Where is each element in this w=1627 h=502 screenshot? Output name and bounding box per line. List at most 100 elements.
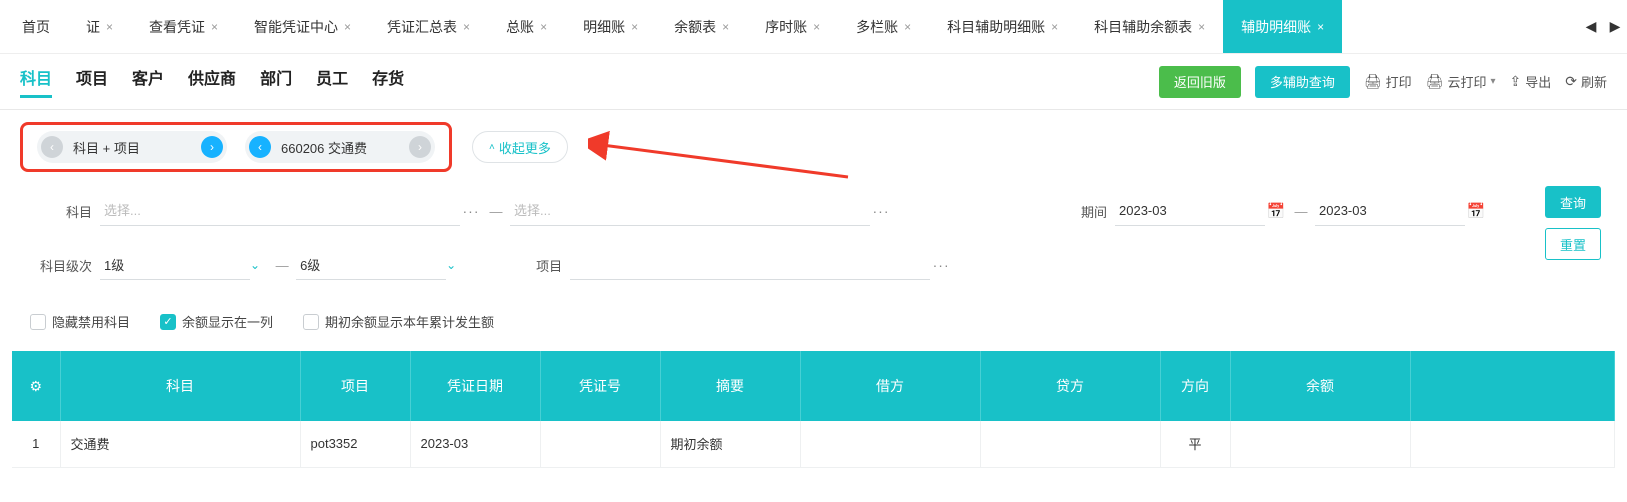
tab-home[interactable]: 首页 bbox=[4, 0, 68, 53]
cell-subject: 交通费 bbox=[60, 421, 300, 467]
tab-label: 凭证汇总表 bbox=[387, 17, 457, 37]
toolbar: 返回旧版 多辅助查询 🖨 打印 🖨 云打印 ▾ ⇪ 导出 ⟳ 刷新 bbox=[1159, 66, 1607, 98]
tab-scroll-right[interactable]: ▶ bbox=[1603, 0, 1627, 53]
opening-cumulative-checkbox[interactable]: 期初余额显示本年累计发生额 bbox=[303, 312, 494, 331]
close-icon[interactable]: × bbox=[211, 20, 218, 34]
period-to-input[interactable] bbox=[1315, 196, 1465, 226]
close-icon[interactable]: × bbox=[904, 20, 911, 34]
table-header-row: ⚙ 科目 项目 凭证日期 凭证号 摘要 借方 贷方 方向 余额 bbox=[12, 351, 1615, 421]
table-row[interactable]: 1 交通费 pot3352 2023-03 期初余额 平 bbox=[12, 421, 1615, 467]
tab-label: 总账 bbox=[506, 17, 534, 37]
col-project[interactable]: 项目 bbox=[300, 351, 410, 421]
checkbox-label: 期初余额显示本年累计发生额 bbox=[325, 312, 494, 331]
tab-multicolumn-ledger[interactable]: 多栏账 × bbox=[838, 0, 929, 53]
subtab-supplier[interactable]: 供应商 bbox=[188, 65, 236, 98]
subtab-project[interactable]: 项目 bbox=[76, 65, 108, 98]
refresh-label: 刷新 bbox=[1581, 72, 1607, 91]
calendar-icon[interactable]: 📅 bbox=[1465, 202, 1487, 220]
tab-scroll-left[interactable]: ◀ bbox=[1579, 0, 1603, 53]
col-direction[interactable]: 方向 bbox=[1160, 351, 1230, 421]
col-voucherno[interactable]: 凭证号 bbox=[540, 351, 660, 421]
subtab-department[interactable]: 部门 bbox=[260, 65, 292, 98]
subtab-subject[interactable]: 科目 bbox=[20, 65, 52, 98]
chevron-right-icon[interactable]: › bbox=[201, 136, 223, 158]
checkbox-icon bbox=[30, 314, 46, 330]
close-icon[interactable]: × bbox=[813, 20, 820, 34]
more-icon[interactable]: ··· bbox=[460, 203, 482, 219]
cell-date: 2023-03 bbox=[410, 421, 540, 467]
close-icon[interactable]: × bbox=[540, 20, 547, 34]
cloud-print-button[interactable]: 🖨 云打印 ▾ bbox=[1426, 72, 1496, 91]
close-icon[interactable]: × bbox=[1051, 20, 1058, 34]
chevron-left-icon[interactable]: ‹ bbox=[41, 136, 63, 158]
level-to-select[interactable] bbox=[296, 250, 446, 280]
tab-smart-voucher-center[interactable]: 智能凭证中心 × bbox=[236, 0, 369, 53]
back-old-button[interactable]: 返回旧版 bbox=[1159, 66, 1241, 98]
col-credit[interactable]: 贷方 bbox=[980, 351, 1160, 421]
cell-index: 1 bbox=[12, 421, 60, 467]
level-label: 科目级次 bbox=[30, 256, 100, 275]
tab-voucher[interactable]: 证 × bbox=[68, 0, 131, 53]
collapse-more-button[interactable]: ˄ 收起更多 bbox=[472, 131, 568, 163]
col-subject[interactable]: 科目 bbox=[60, 351, 300, 421]
tab-balance-sheet[interactable]: 余额表 × bbox=[656, 0, 747, 53]
period-from-input[interactable] bbox=[1115, 196, 1265, 226]
col-date[interactable]: 凭证日期 bbox=[410, 351, 540, 421]
hide-disabled-checkbox[interactable]: 隐藏禁用科目 bbox=[30, 312, 130, 331]
subject-from-input[interactable] bbox=[100, 196, 460, 226]
export-button[interactable]: ⇪ 导出 bbox=[1510, 72, 1552, 91]
tab-subject-assist-balance[interactable]: 科目辅助余额表 × bbox=[1076, 0, 1223, 53]
tab-journal-ledger[interactable]: 序时账 × bbox=[747, 0, 838, 53]
balance-one-col-checkbox[interactable]: ✓ 余额显示在一列 bbox=[160, 312, 273, 331]
chevron-left-icon[interactable]: ‹ bbox=[249, 136, 271, 158]
project-input[interactable] bbox=[570, 250, 930, 280]
tab-voucher-summary[interactable]: 凭证汇总表 × bbox=[369, 0, 488, 53]
more-icon[interactable]: ··· bbox=[930, 257, 952, 273]
col-summary[interactable]: 摘要 bbox=[660, 351, 800, 421]
query-button[interactable]: 查询 bbox=[1545, 186, 1601, 218]
data-table-wrap: ⚙ 科目 项目 凭证日期 凭证号 摘要 借方 贷方 方向 余额 1 交通费 po… bbox=[0, 351, 1627, 468]
tab-view-voucher[interactable]: 查看凭证 × bbox=[131, 0, 236, 53]
subject-code-pill[interactable]: ‹ 660206 交通费 › bbox=[245, 131, 435, 163]
close-icon[interactable]: × bbox=[463, 20, 470, 34]
tab-subject-assist-detail[interactable]: 科目辅助明细账 × bbox=[929, 0, 1076, 53]
close-icon[interactable]: × bbox=[722, 20, 729, 34]
subject-project-pill[interactable]: ‹ 科目 + 项目 › bbox=[37, 131, 227, 163]
more-icon[interactable]: ··· bbox=[870, 203, 892, 219]
calendar-icon[interactable]: 📅 bbox=[1265, 202, 1287, 220]
range-dash: — bbox=[1287, 204, 1315, 219]
close-icon[interactable]: × bbox=[1317, 20, 1324, 34]
print-button[interactable]: 🖨 打印 bbox=[1364, 72, 1412, 91]
tab-detail-ledger[interactable]: 明细账 × bbox=[565, 0, 656, 53]
close-icon[interactable]: × bbox=[1198, 20, 1205, 34]
cloud-print-label: 云打印 bbox=[1447, 72, 1486, 91]
subtab-customer[interactable]: 客户 bbox=[132, 65, 164, 98]
refresh-button[interactable]: ⟳ 刷新 bbox=[1565, 72, 1607, 91]
tab-label: 明细账 bbox=[583, 17, 625, 37]
tab-general-ledger[interactable]: 总账 × bbox=[488, 0, 565, 53]
col-balance[interactable]: 余额 bbox=[1230, 351, 1410, 421]
col-debit[interactable]: 借方 bbox=[800, 351, 980, 421]
chevron-right-icon[interactable]: › bbox=[409, 136, 431, 158]
cell-debit bbox=[800, 421, 980, 467]
reset-button[interactable]: 重置 bbox=[1545, 228, 1601, 260]
cloud-print-icon: 🖨 bbox=[1426, 73, 1444, 90]
gear-column-header[interactable]: ⚙ bbox=[12, 351, 60, 421]
form-actions: 查询 重置 bbox=[1545, 186, 1601, 260]
tab-label: 科目辅助余额表 bbox=[1094, 17, 1192, 37]
close-icon[interactable]: × bbox=[344, 20, 351, 34]
multi-assist-button[interactable]: 多辅助查询 bbox=[1255, 66, 1350, 98]
tab-assist-detail-ledger[interactable]: 辅助明细账 × bbox=[1223, 0, 1342, 53]
pill-label: 科目 + 项目 bbox=[63, 138, 201, 157]
subtab-employee[interactable]: 员工 bbox=[316, 65, 348, 98]
tab-label: 证 bbox=[86, 17, 100, 37]
tab-label: 首页 bbox=[22, 17, 50, 37]
range-dash: — bbox=[268, 258, 296, 273]
subject-to-input[interactable] bbox=[510, 196, 870, 226]
level-from-select[interactable] bbox=[100, 250, 250, 280]
close-icon[interactable]: × bbox=[106, 20, 113, 34]
close-icon[interactable]: × bbox=[631, 20, 638, 34]
subtab-inventory[interactable]: 存货 bbox=[372, 65, 404, 98]
chevron-down-icon[interactable]: ⌄ bbox=[250, 258, 268, 272]
chevron-down-icon[interactable]: ⌄ bbox=[446, 258, 464, 272]
